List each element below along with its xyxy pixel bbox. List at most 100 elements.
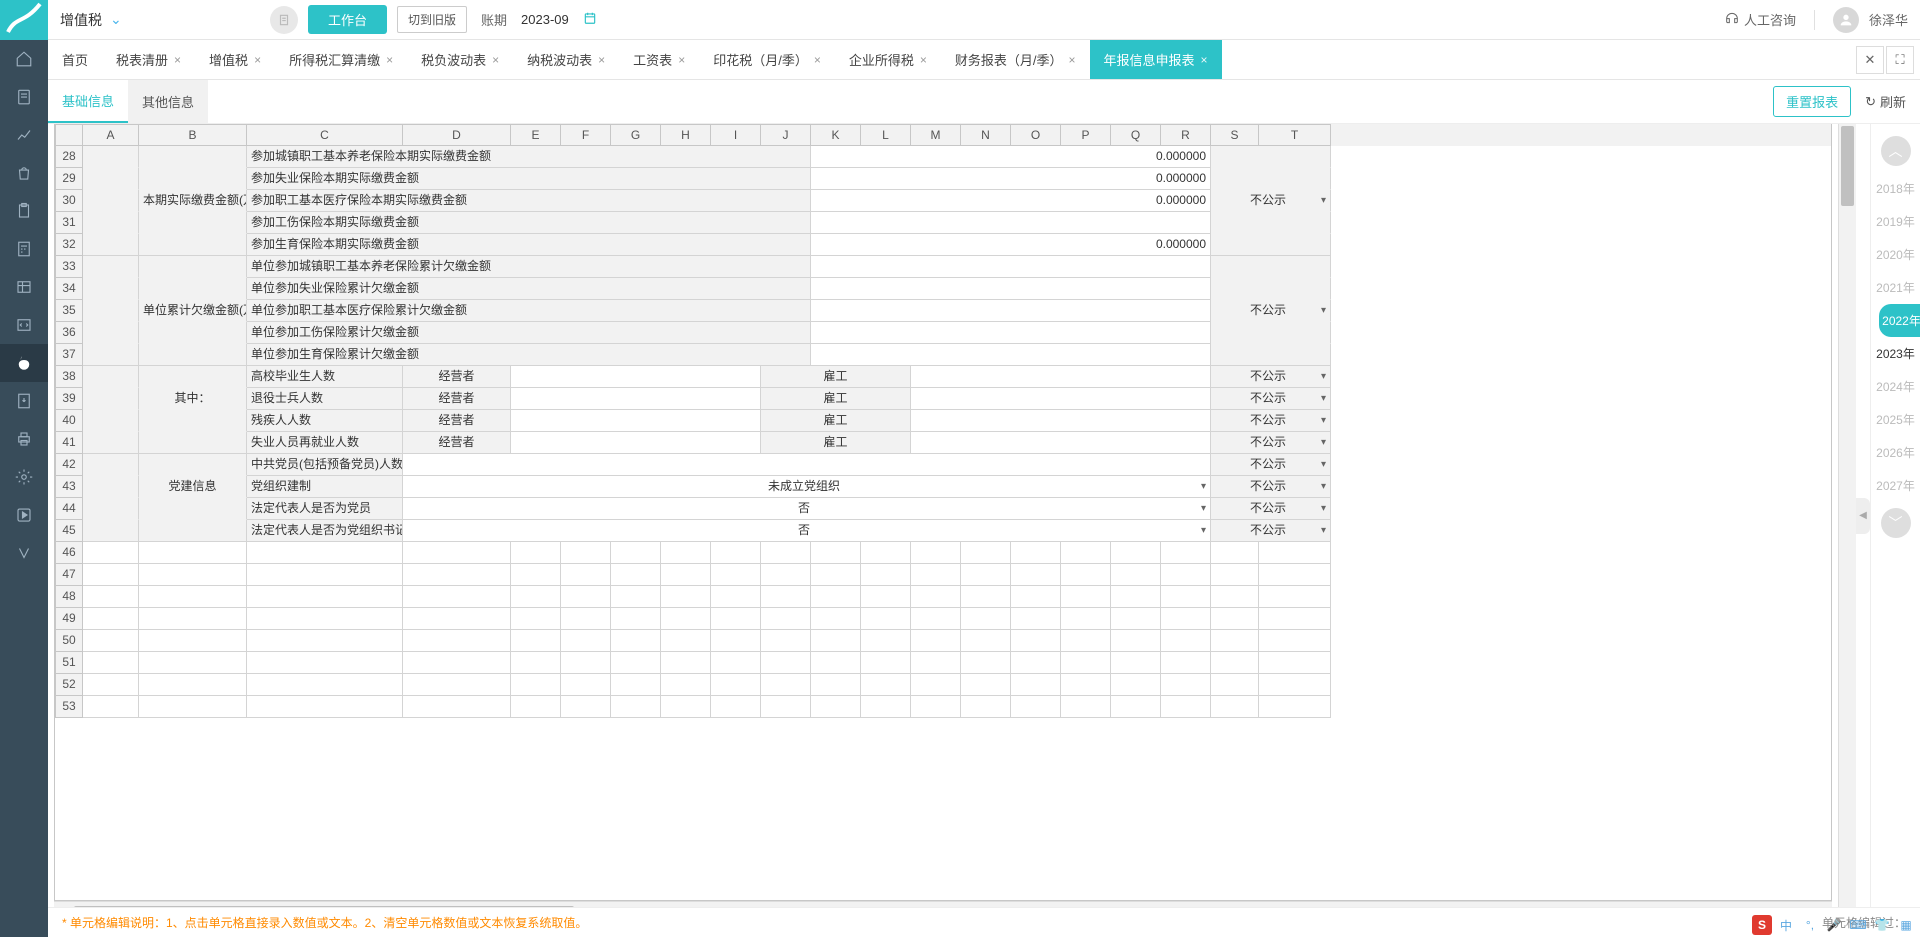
col-header-K[interactable]: K	[811, 124, 861, 146]
empty-cell[interactable]	[139, 564, 247, 586]
empty-cell[interactable]	[1161, 586, 1211, 608]
tab-6[interactable]: 工资表×	[619, 40, 699, 79]
empty-cell[interactable]	[961, 630, 1011, 652]
col-header-P[interactable]: P	[1061, 124, 1111, 146]
empty-cell[interactable]	[1061, 608, 1111, 630]
empty-cell[interactable]	[961, 564, 1011, 586]
empty-cell[interactable]	[761, 542, 811, 564]
year-2027年[interactable]: 2027年	[1873, 469, 1918, 502]
empty-cell[interactable]	[511, 652, 561, 674]
empty-cell[interactable]	[911, 608, 961, 630]
close-icon[interactable]: ×	[174, 53, 181, 67]
empty-cell[interactable]	[961, 652, 1011, 674]
s3-pub-1[interactable]: 不公示	[1211, 388, 1331, 410]
s2-pub[interactable]	[1211, 322, 1331, 344]
empty-cell[interactable]	[139, 652, 247, 674]
row-header-53[interactable]: 53	[55, 696, 83, 718]
vertical-scrollbar[interactable]: ▲	[1838, 124, 1856, 907]
switch-old-button[interactable]: 切到旧版	[397, 6, 467, 33]
empty-cell[interactable]	[1211, 608, 1259, 630]
empty-cell[interactable]	[811, 586, 861, 608]
empty-cell[interactable]	[1011, 608, 1061, 630]
s1-pub[interactable]	[1211, 234, 1331, 256]
nav-chart-icon[interactable]	[0, 116, 48, 154]
empty-cell[interactable]	[961, 696, 1011, 718]
empty-cell[interactable]	[83, 674, 139, 696]
empty-cell[interactable]	[711, 542, 761, 564]
subtab-other[interactable]: 其他信息	[128, 80, 208, 123]
empty-cell[interactable]	[1061, 652, 1111, 674]
empty-cell[interactable]	[861, 674, 911, 696]
empty-cell[interactable]	[1259, 674, 1331, 696]
year-2024年[interactable]: 2024年	[1873, 370, 1918, 403]
empty-cell[interactable]	[511, 696, 561, 718]
col-header-M[interactable]: M	[911, 124, 961, 146]
empty-cell[interactable]	[247, 696, 403, 718]
calendar-icon[interactable]	[583, 11, 597, 28]
empty-cell[interactable]	[961, 542, 1011, 564]
row-header-45[interactable]: 45	[55, 520, 83, 542]
s2-pub[interactable]	[1211, 278, 1331, 300]
empty-cell[interactable]	[1061, 696, 1111, 718]
empty-cell[interactable]	[1011, 564, 1061, 586]
tab-9[interactable]: 财务报表（月/季）×	[941, 40, 1090, 79]
empty-cell[interactable]	[247, 674, 403, 696]
empty-cell[interactable]	[1211, 564, 1259, 586]
close-icon[interactable]: ×	[814, 53, 821, 67]
empty-cell[interactable]	[1061, 674, 1111, 696]
row-header-41[interactable]: 41	[55, 432, 83, 454]
empty-cell[interactable]	[861, 608, 911, 630]
empty-cell[interactable]	[1111, 674, 1161, 696]
empty-cell[interactable]	[811, 674, 861, 696]
empty-cell[interactable]	[1259, 542, 1331, 564]
col-header-E[interactable]: E	[511, 124, 561, 146]
row-header-47[interactable]: 47	[55, 564, 83, 586]
s2-pub[interactable]: 不公示	[1211, 300, 1331, 322]
empty-cell[interactable]	[611, 630, 661, 652]
ime-mic-icon[interactable]: 🎤	[1824, 915, 1844, 935]
empty-cell[interactable]	[403, 652, 511, 674]
close-icon[interactable]: ×	[1201, 53, 1208, 67]
refresh-button[interactable]: ↻ 刷新	[1865, 92, 1906, 111]
nav-print-icon[interactable]	[0, 420, 48, 458]
horizontal-scrollbar[interactable]: ◄►	[54, 901, 1832, 907]
row-header-36[interactable]: 36	[55, 322, 83, 344]
empty-cell[interactable]	[247, 564, 403, 586]
s1-value-1[interactable]: 0.000000	[811, 168, 1211, 190]
empty-cell[interactable]	[761, 652, 811, 674]
s3-pub-0[interactable]: 不公示	[1211, 366, 1331, 388]
row-header-50[interactable]: 50	[55, 630, 83, 652]
empty-cell[interactable]	[139, 586, 247, 608]
empty-cell[interactable]	[139, 608, 247, 630]
empty-cell[interactable]	[247, 542, 403, 564]
empty-cell[interactable]	[511, 564, 561, 586]
empty-cell[interactable]	[661, 630, 711, 652]
tab-5[interactable]: 纳税波动表×	[513, 40, 619, 79]
nav-bag-icon[interactable]	[0, 154, 48, 192]
row-header-38[interactable]: 38	[55, 366, 83, 388]
empty-cell[interactable]	[861, 564, 911, 586]
tab-expand-icon[interactable]: ⛶	[1886, 46, 1914, 74]
empty-cell[interactable]	[403, 586, 511, 608]
empty-cell[interactable]	[811, 652, 861, 674]
company-select[interactable]: 增值税 ⌄	[60, 10, 260, 30]
empty-cell[interactable]	[811, 542, 861, 564]
empty-cell[interactable]	[611, 652, 661, 674]
empty-cell[interactable]	[511, 630, 561, 652]
doc-round-icon[interactable]	[270, 6, 298, 34]
s1-value-0[interactable]: 0.000000	[811, 146, 1211, 168]
empty-cell[interactable]	[611, 586, 661, 608]
empty-cell[interactable]	[511, 586, 561, 608]
tab-3[interactable]: 所得税汇算清缴×	[275, 40, 407, 79]
empty-cell[interactable]	[711, 652, 761, 674]
col-header-J[interactable]: J	[761, 124, 811, 146]
close-icon[interactable]: ×	[678, 53, 685, 67]
s1-pub[interactable]: 不公示	[1211, 190, 1331, 212]
s3-v2-1[interactable]	[911, 388, 1211, 410]
s2-value-2[interactable]	[811, 300, 1211, 322]
empty-cell[interactable]	[561, 564, 611, 586]
empty-cell[interactable]	[1111, 608, 1161, 630]
subtab-basic[interactable]: 基础信息	[48, 80, 128, 123]
col-header-F[interactable]: F	[561, 124, 611, 146]
col-header-Q[interactable]: Q	[1111, 124, 1161, 146]
